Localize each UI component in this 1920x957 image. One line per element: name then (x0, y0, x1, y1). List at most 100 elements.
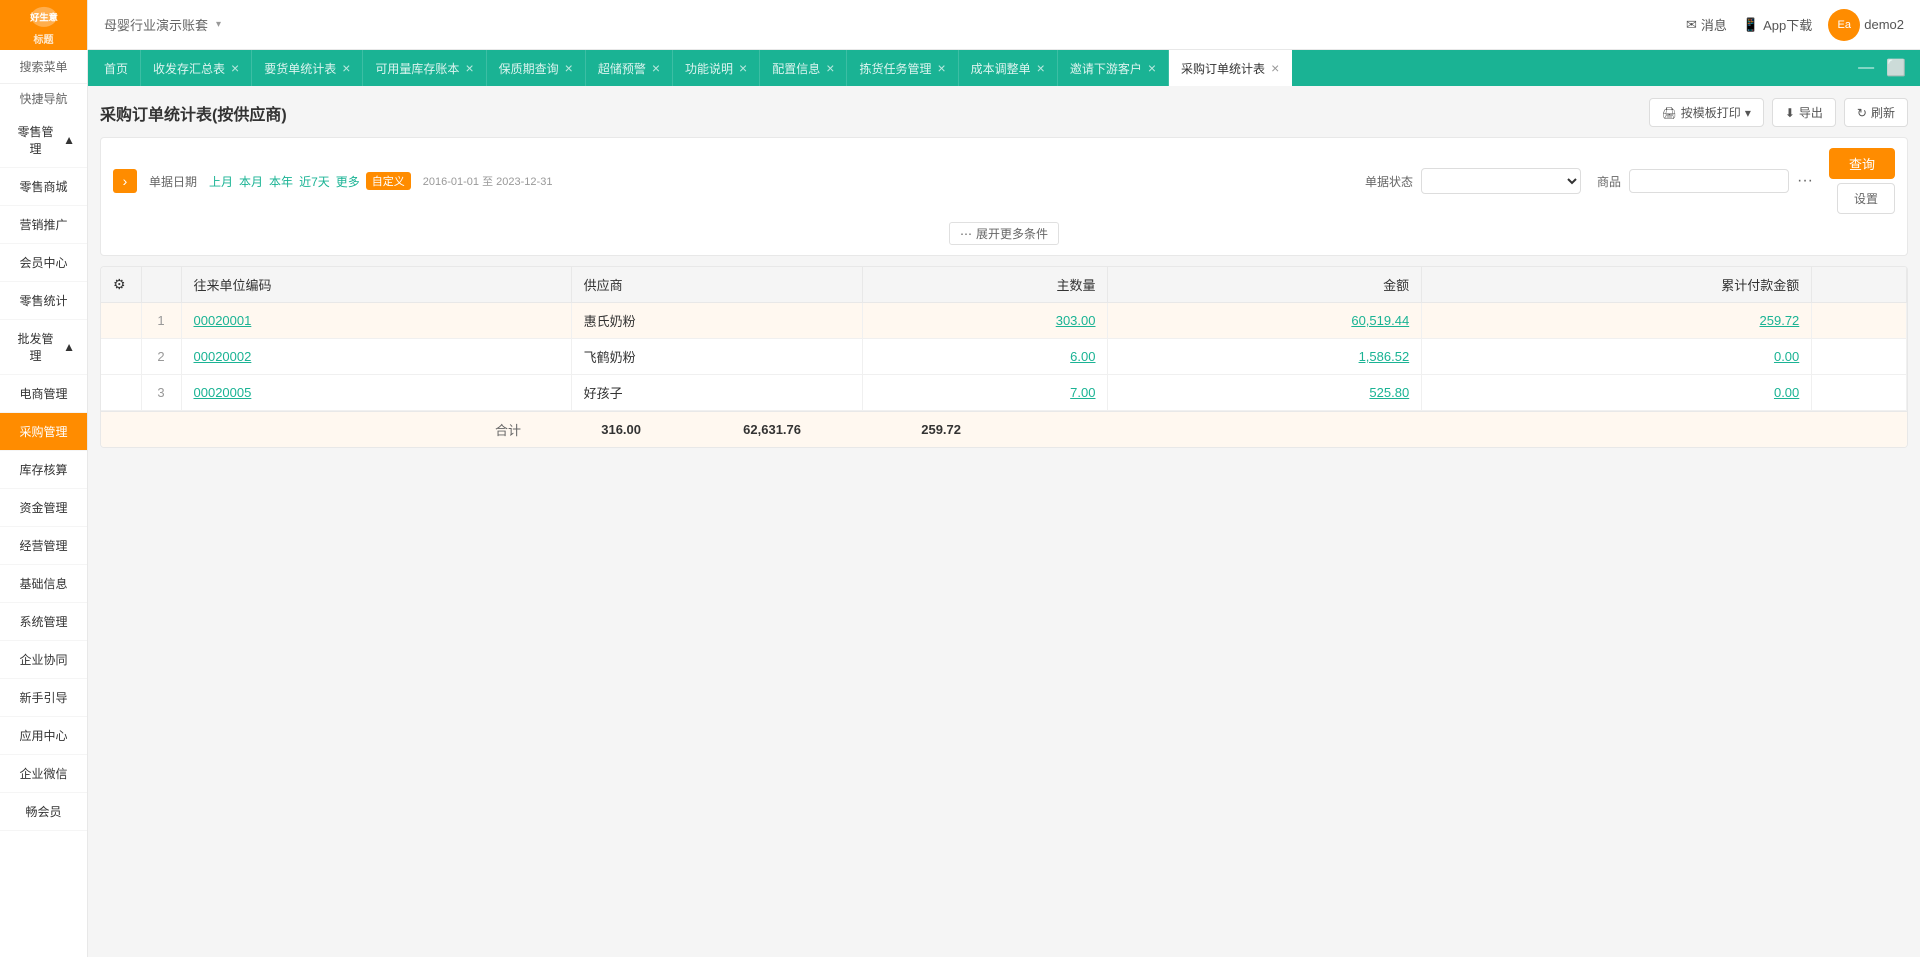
sidebar-item-wholesale[interactable]: 批发管理 ▲ (0, 320, 87, 375)
sidebar-item-app-center[interactable]: 应用中心 (0, 717, 87, 755)
tab-home[interactable]: 首页 (92, 50, 141, 86)
table-row[interactable]: 1 00020001 惠氏奶粉 303.00 60,519.44 259.72 (101, 303, 1907, 339)
shortcut-last-month[interactable]: 上月 (209, 173, 233, 190)
sidebar-item-newbie[interactable]: 新手引导 (0, 679, 87, 717)
sidebar-item-operation[interactable]: 经营管理 (0, 527, 87, 565)
sidebar-item-vip[interactable]: 畅会员 (0, 793, 87, 831)
shortcut-7days[interactable]: 近7天 (299, 173, 330, 190)
table-row[interactable]: 3 00020005 好孩子 7.00 525.80 0.00 (101, 375, 1907, 411)
col-settings-icon[interactable]: ⚙ (113, 276, 126, 292)
app-logo: 好生意 标题 (0, 0, 87, 50)
status-select[interactable] (1421, 168, 1581, 194)
message-btn[interactable]: ✉ 消息 (1686, 15, 1727, 34)
status-label: 单据状态 (1365, 173, 1413, 190)
extra-cell (1812, 339, 1907, 375)
tab-goods-stats[interactable]: 要货单统计表 × (252, 50, 363, 86)
settings-button[interactable]: 设置 (1837, 183, 1895, 214)
table-container: ⚙ 往来单位编码 供应商 主数量 金额 (100, 266, 1908, 448)
supplier-name-cell: 飞鹤奶粉 (571, 339, 863, 375)
tab-close-function-desc[interactable]: × (739, 61, 747, 75)
more-options-btn[interactable]: ··· (1797, 172, 1813, 190)
table-row[interactable]: 2 00020002 飞鹤奶粉 6.00 1,586.52 0.00 (101, 339, 1907, 375)
sidebar-item-finance[interactable]: 资金管理 (0, 489, 87, 527)
search-button[interactable]: 查询 (1829, 148, 1895, 179)
sidebar-item-wechat[interactable]: 企业微信 (0, 755, 87, 793)
sidebar-item-retail-mall[interactable]: 零售商城 (0, 168, 87, 206)
tab-maximize-btn[interactable]: ⬜ (1884, 56, 1908, 80)
workspace-selector[interactable]: 母婴行业演示账套 ▾ (104, 15, 221, 34)
col-amount: 金额 (1108, 267, 1422, 303)
sidebar-item-retail-stats[interactable]: 零售统计 (0, 282, 87, 320)
sidebar-item-enterprise[interactable]: 企业协同 (0, 641, 87, 679)
table-body: 1 00020001 惠氏奶粉 303.00 60,519.44 259.72 … (101, 303, 1907, 411)
expand-filter-btn[interactable]: ⋯ 展开更多条件 (949, 222, 1059, 245)
sidebar-item-retail-manage[interactable]: 零售管理 ▲ (0, 113, 87, 168)
col-extra (1812, 267, 1907, 303)
tab-close-invite-downstream[interactable]: × (1148, 61, 1156, 75)
tab-overstock[interactable]: 超储预警 × (586, 50, 673, 86)
footer-paid: 259.72 (813, 422, 973, 437)
amount-cell: 525.80 (1108, 375, 1422, 411)
table-header-row: ⚙ 往来单位编码 供应商 主数量 金额 (101, 267, 1907, 303)
tab-picking[interactable]: 拣货任务管理 × (847, 50, 958, 86)
app-download-btn[interactable]: 📱 App下载 (1743, 15, 1812, 34)
avatar: Ea (1828, 9, 1860, 41)
sidebar-item-member[interactable]: 会员中心 (0, 244, 87, 282)
tab-close-config[interactable]: × (826, 61, 834, 75)
shortcut-this-year[interactable]: 本年 (269, 173, 293, 190)
row-settings-cell (101, 375, 141, 411)
tab-close-available-stock[interactable]: × (465, 61, 473, 75)
tab-function-desc[interactable]: 功能说明 × (673, 50, 760, 86)
tab-close-cost-adjust[interactable]: × (1037, 61, 1045, 75)
user-menu[interactable]: Ea demo2 (1828, 9, 1904, 41)
tab-close-goods-stats[interactable]: × (342, 61, 350, 75)
sidebar-quicknav[interactable]: 快捷导航 (0, 84, 87, 113)
shortcut-more[interactable]: 更多 (336, 173, 360, 190)
goods-label: 商品 (1597, 173, 1621, 190)
tab-close-validity[interactable]: × (565, 61, 573, 75)
col-rownum (141, 267, 181, 303)
row-num-cell: 1 (141, 303, 181, 339)
tab-config[interactable]: 配置信息 × (760, 50, 847, 86)
sidebar-item-marketing[interactable]: 营销推广 (0, 206, 87, 244)
export-button[interactable]: ⬇ 导出 (1772, 98, 1836, 127)
tab-cost-adjust[interactable]: 成本调整单 × (959, 50, 1058, 86)
tab-validity[interactable]: 保质期查询 × (487, 50, 586, 86)
sidebar-item-sys-manage[interactable]: 系统管理 (0, 603, 87, 641)
col-supplier-code: 往来单位编码 (181, 267, 571, 303)
app-download-icon: 📱 (1743, 17, 1759, 33)
export-icon: ⬇ (1785, 106, 1795, 120)
tab-close-picking[interactable]: × (937, 61, 945, 75)
date-shortcuts: 上月 本月 本年 近7天 更多 自定义 (209, 172, 411, 190)
search-buttons: 查询 设置 (1829, 148, 1895, 214)
shortcut-this-month[interactable]: 本月 (239, 173, 263, 190)
tab-receive-pay[interactable]: 收发存汇总表 × (141, 50, 252, 86)
sidebar-item-inventory[interactable]: 库存核算 (0, 451, 87, 489)
print-icon: 🖨 (1662, 106, 1677, 120)
main-area: 母婴行业演示账套 ▾ ✉ 消息 📱 App下载 Ea demo2 首页 (88, 0, 1920, 957)
refresh-button[interactable]: ↻ 刷新 (1844, 98, 1908, 127)
tab-purchase-stats[interactable]: 采购订单统计表 × (1169, 50, 1292, 86)
filter-toggle-btn[interactable]: › (113, 169, 137, 193)
filter-divider: ⋯ 展开更多条件 (113, 222, 1895, 245)
tab-close-overstock[interactable]: × (652, 61, 660, 75)
quantity-cell: 303.00 (863, 303, 1108, 339)
custom-badge[interactable]: 自定义 (366, 172, 411, 190)
tab-invite-downstream[interactable]: 邀请下游客户 × (1058, 50, 1169, 86)
tab-minimize-btn[interactable]: — (1856, 57, 1876, 79)
tab-close-purchase-stats[interactable]: × (1271, 61, 1279, 75)
print-button[interactable]: 🖨 按模板打印 ▾ (1649, 98, 1764, 127)
sidebar-item-ecommerce[interactable]: 电商管理 (0, 375, 87, 413)
paid-cell: 0.00 (1422, 339, 1812, 375)
paid-cell: 0.00 (1422, 375, 1812, 411)
col-paid: 累计付款金额 (1422, 267, 1812, 303)
row-settings-cell (101, 339, 141, 375)
message-icon: ✉ (1686, 17, 1697, 33)
supplier-code-cell: 00020002 (181, 339, 571, 375)
sidebar-search[interactable]: 搜索菜单 (0, 50, 87, 84)
sidebar-item-purchase[interactable]: 采购管理 (0, 413, 87, 451)
goods-input[interactable] (1629, 169, 1789, 193)
sidebar-item-basic-info[interactable]: 基础信息 (0, 565, 87, 603)
tab-close-receive-pay[interactable]: × (231, 61, 239, 75)
tab-available-stock[interactable]: 可用量库存账本 × (363, 50, 486, 86)
